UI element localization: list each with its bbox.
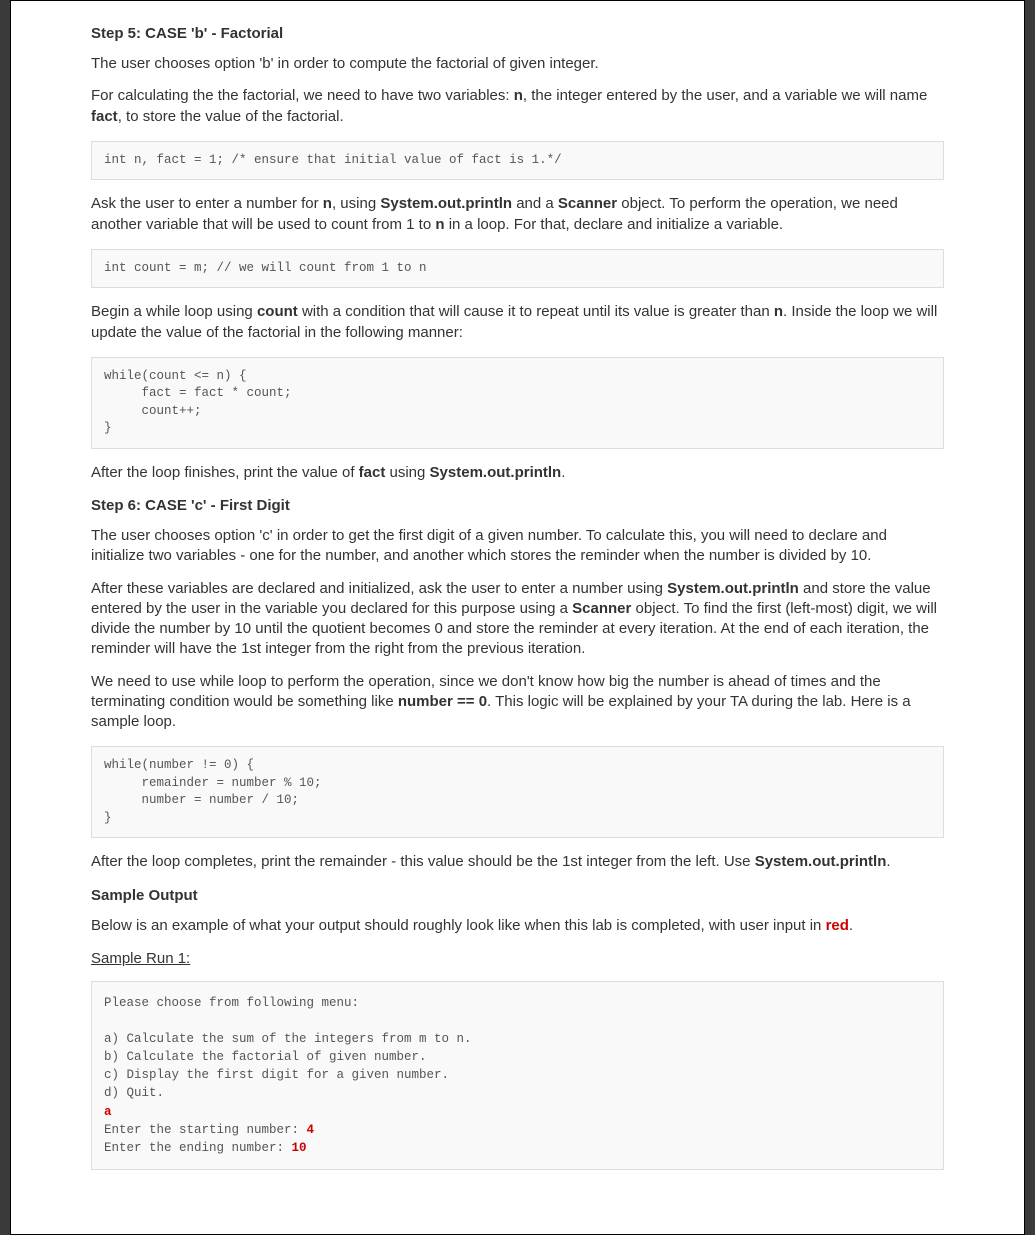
sample-output-heading: Sample Output xyxy=(91,887,944,904)
bold-println: System.out.println xyxy=(430,464,562,481)
menu-option-d: d) Quit. xyxy=(104,1084,931,1102)
user-input-2: 10 xyxy=(292,1141,307,1155)
bold-println: System.out.println xyxy=(755,853,887,870)
code-block-1: int n, fact = 1; /* ensure that initial … xyxy=(91,141,944,181)
prompt-line-2: Enter the ending number: 10 xyxy=(104,1139,931,1157)
text: After the loop finishes, print the value… xyxy=(91,464,359,481)
text: , using xyxy=(332,195,380,212)
code-block-2: int count = m; // we will count from 1 t… xyxy=(91,249,944,289)
bold-println: System.out.println xyxy=(380,195,512,212)
bold-n: n xyxy=(435,216,444,233)
step5-para1: The user chooses option 'b' in order to … xyxy=(91,54,944,74)
document-page: Step 5: CASE 'b' - Factorial The user ch… xyxy=(10,0,1025,1235)
step5-para5: After the loop finishes, print the value… xyxy=(91,463,944,483)
text: using xyxy=(385,464,429,481)
bold-n: n xyxy=(774,303,783,320)
user-choice: a xyxy=(104,1103,931,1121)
bold-scanner: Scanner xyxy=(572,600,631,617)
step5-para2: For calculating the the factorial, we ne… xyxy=(91,86,944,127)
text: After the loop completes, print the rema… xyxy=(91,853,755,870)
bold-scanner: Scanner xyxy=(558,195,617,212)
menu-option-a: a) Calculate the sum of the integers fro… xyxy=(104,1030,931,1048)
text: , to store the value of the factorial. xyxy=(118,108,344,125)
prompt2: Enter the ending number: xyxy=(104,1141,292,1155)
menu-option-b: b) Calculate the factorial of given numb… xyxy=(104,1048,931,1066)
sample-intro: Below is an example of what your output … xyxy=(91,916,944,936)
step6-para3: We need to use while loop to perform the… xyxy=(91,672,944,733)
output-block: Please choose from following menu: a) Ca… xyxy=(91,981,944,1170)
bold-fact: fact xyxy=(91,108,118,125)
text: Ask the user to enter a number for xyxy=(91,195,323,212)
text: For calculating the the factorial, we ne… xyxy=(91,87,514,104)
text: . xyxy=(561,464,565,481)
user-input-1: 4 xyxy=(307,1123,315,1137)
red-text: red xyxy=(826,917,849,934)
text: The user chooses option 'b' in order to … xyxy=(91,55,599,72)
step6-heading: Step 6: CASE 'c' - First Digit xyxy=(91,497,944,514)
code-block-3: while(count <= n) { fact = fact * count;… xyxy=(91,357,944,449)
prompt-line-1: Enter the starting number: 4 xyxy=(104,1121,931,1139)
bold-count: count xyxy=(257,303,298,320)
bold-println: System.out.println xyxy=(667,580,799,597)
step6-para1: The user chooses option 'c' in order to … xyxy=(91,526,944,567)
text: , the integer entered by the user, and a… xyxy=(523,87,927,104)
text: Below is an example of what your output … xyxy=(91,917,826,934)
menu-option-c: c) Display the first digit for a given n… xyxy=(104,1066,931,1084)
prompt1: Enter the starting number: xyxy=(104,1123,307,1137)
bold-fact: fact xyxy=(359,464,386,481)
step5-para4: Begin a while loop using count with a co… xyxy=(91,302,944,343)
text: After these variables are declared and i… xyxy=(91,580,667,597)
text: . xyxy=(849,917,853,934)
text: and a xyxy=(512,195,558,212)
text: with a condition that will cause it to r… xyxy=(298,303,774,320)
menu-header: Please choose from following menu: xyxy=(104,994,931,1012)
sample-run-label: Sample Run 1: xyxy=(91,950,944,967)
text: Begin a while loop using xyxy=(91,303,257,320)
text: . xyxy=(886,853,890,870)
code-block-4: while(number != 0) { remainder = number … xyxy=(91,746,944,838)
step6-para4: After the loop completes, print the rema… xyxy=(91,852,944,872)
step6-para2: After these variables are declared and i… xyxy=(91,579,944,660)
bold-n: n xyxy=(323,195,332,212)
bold-n: n xyxy=(514,87,523,104)
text: in a loop. For that, declare and initial… xyxy=(445,216,784,233)
step5-heading: Step 5: CASE 'b' - Factorial xyxy=(91,25,944,42)
bold-condition: number == 0 xyxy=(398,693,487,710)
step5-para3: Ask the user to enter a number for n, us… xyxy=(91,194,944,235)
